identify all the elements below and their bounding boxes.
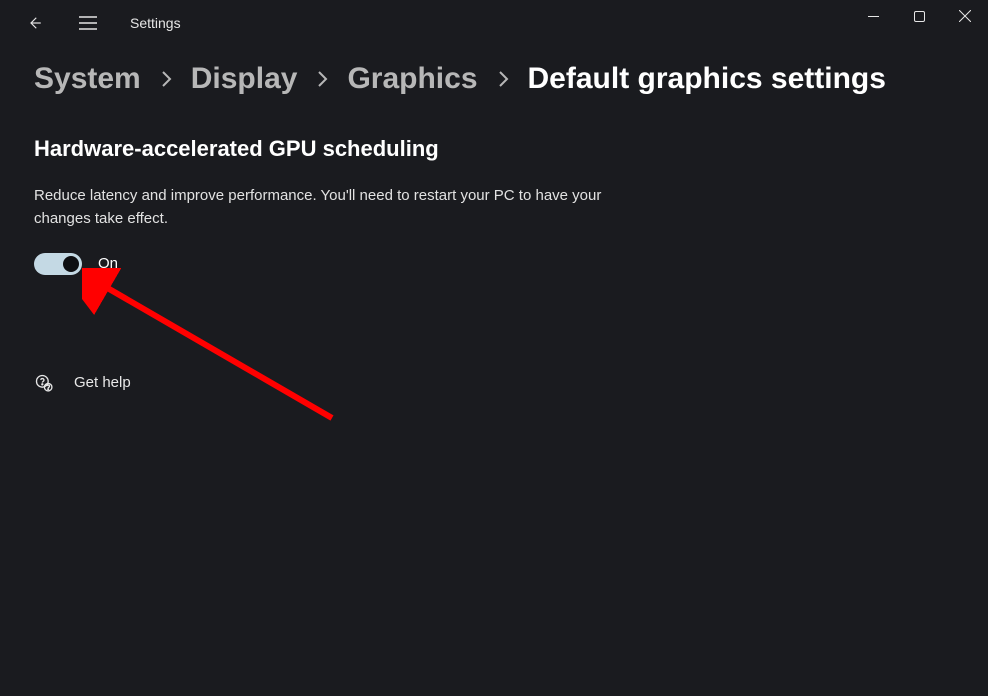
help-icon	[34, 373, 54, 393]
titlebar: Settings	[0, 0, 988, 46]
gpu-scheduling-toggle-row: On	[34, 253, 606, 275]
breadcrumb-display[interactable]: Display	[191, 62, 298, 96]
section-title: Hardware-accelerated GPU scheduling	[34, 136, 606, 162]
arrow-left-icon	[25, 14, 43, 32]
hamburger-icon	[79, 16, 97, 30]
chevron-right-icon	[315, 68, 329, 90]
back-button[interactable]	[14, 3, 54, 43]
close-icon	[959, 10, 971, 22]
toggle-state-label: On	[98, 255, 118, 272]
chevron-right-icon	[496, 68, 510, 90]
main-content: Hardware-accelerated GPU scheduling Redu…	[0, 96, 640, 393]
maximize-icon	[914, 11, 925, 22]
chevron-right-icon	[159, 68, 173, 90]
minimize-button[interactable]	[850, 0, 896, 32]
menu-button[interactable]	[68, 3, 108, 43]
breadcrumb: System Display Graphics Default graphics…	[0, 46, 988, 96]
get-help-link[interactable]: Get help	[34, 373, 606, 393]
breadcrumb-graphics[interactable]: Graphics	[347, 62, 477, 96]
minimize-icon	[868, 11, 879, 22]
gpu-scheduling-toggle[interactable]	[34, 253, 82, 275]
close-button[interactable]	[942, 0, 988, 32]
breadcrumb-system[interactable]: System	[34, 62, 141, 96]
help-label: Get help	[74, 374, 131, 391]
breadcrumb-current: Default graphics settings	[528, 62, 886, 96]
window-controls	[850, 0, 988, 32]
toggle-knob	[63, 256, 79, 272]
window-title: Settings	[130, 15, 181, 31]
maximize-button[interactable]	[896, 0, 942, 32]
section-description: Reduce latency and improve performance. …	[34, 184, 606, 231]
